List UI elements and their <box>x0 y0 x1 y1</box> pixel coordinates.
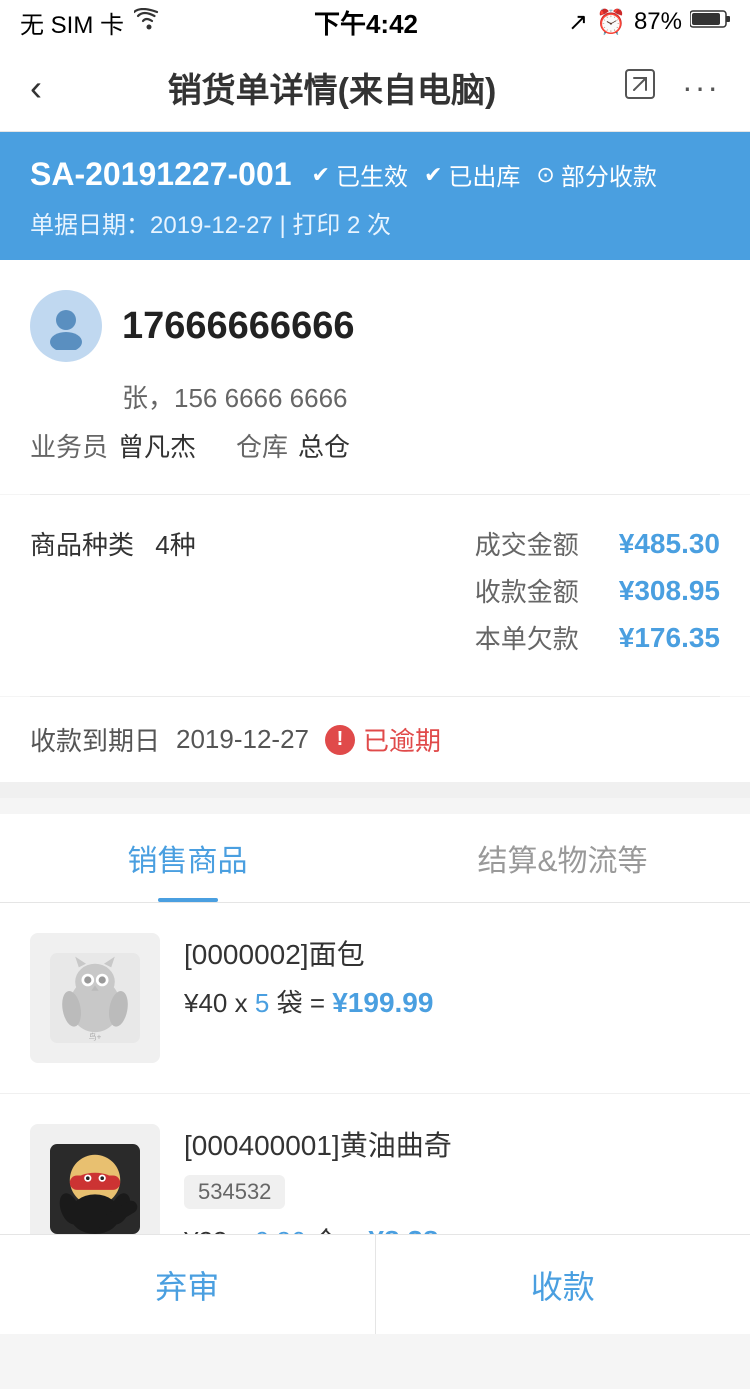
product-name-1: [0000002]面包 <box>184 933 720 973</box>
list-item: 鸟+ [0000002]面包 ¥40 x 5 袋 = ¥199.99 <box>0 903 750 1094</box>
due-label: 收款到期日 <box>30 721 160 758</box>
battery-text: 87% <box>634 8 682 36</box>
customer-name: 张，156 6666 6666 <box>30 378 720 415</box>
summary-section: 商品种类 4种 成交金额 ¥485.30 收款金额 ¥308.95 本单欠款 ¥… <box>0 495 750 696</box>
total-value-1: ¥199.99 <box>332 987 433 1018</box>
product-list: 鸟+ [0000002]面包 ¥40 x 5 袋 = ¥199.99 <box>0 903 750 1289</box>
status-right: ↗ ⏰ 87% <box>568 8 730 37</box>
alarm-icon: ⏰ <box>596 8 626 37</box>
back-button[interactable]: ‹ <box>30 67 42 109</box>
salesperson-label: 业务员 <box>30 427 108 464</box>
status-bar: 无 SIM 卡 下午4:42 ↗ ⏰ 87% <box>0 0 750 44</box>
tab-settlement[interactable]: 结算&物流等 <box>375 814 750 902</box>
owed-label: 本单欠款 <box>475 619 579 656</box>
status-left: 无 SIM 卡 <box>20 5 164 40</box>
status-effective: ✔ 已生效 <box>312 157 408 192</box>
order-meta: 单据日期：2019-12-27 | 打印 2 次 <box>30 205 720 240</box>
status-badges: ✔ 已生效 ✔ 已出库 ⊙ 部分收款 <box>312 157 657 192</box>
salesperson-info: 业务员 曾凡杰 <box>30 427 196 464</box>
due-section: 收款到期日 2019-12-27 ! 已逾期 <box>0 697 750 782</box>
more-icon[interactable]: ··· <box>682 69 720 106</box>
svg-text:鸟+: 鸟+ <box>89 1031 102 1041</box>
owed-row: 本单欠款 ¥176.35 <box>475 619 720 656</box>
nav-actions: ··· <box>622 66 720 110</box>
customer-id: 17666666666 <box>122 305 354 348</box>
product-sku-2: 534532 <box>184 1175 285 1209</box>
page-title: 销货单详情(来自电脑) <box>168 63 497 112</box>
received-row: 收款金额 ¥308.95 <box>475 572 720 609</box>
status-shipped: ✔ 已出库 <box>424 157 520 192</box>
avatar <box>30 290 102 362</box>
overdue-badge: ! 已逾期 <box>325 721 441 758</box>
share-icon[interactable] <box>622 66 658 110</box>
battery-icon <box>690 8 730 36</box>
tabs: 销售商品 结算&物流等 <box>0 814 750 903</box>
received-value: ¥308.95 <box>619 575 720 607</box>
status-time: 下午4:42 <box>314 4 418 41</box>
customer-top: 17666666666 <box>30 290 720 362</box>
deal-amount-label: 成交金额 <box>475 525 579 562</box>
owed-value: ¥176.35 <box>619 622 720 654</box>
warehouse-label: 仓库 <box>236 427 288 464</box>
warehouse-value: 总仓 <box>298 427 350 464</box>
collect-button[interactable]: 收款 <box>376 1235 750 1334</box>
cancel-button[interactable]: 弃审 <box>0 1235 376 1334</box>
received-label: 收款金额 <box>475 572 579 609</box>
qty-value-1: 5 <box>255 988 269 1018</box>
wifi-icon <box>134 8 164 37</box>
section-divider <box>0 782 750 798</box>
item-type-value: 4种 <box>155 530 195 560</box>
carrier-text: 无 SIM 卡 <box>20 5 124 40</box>
bottom-actions: 弃审 收款 <box>0 1234 750 1334</box>
order-header: SA-20191227-001 ✔ 已生效 ✔ 已出库 ⊙ 部分收款 单据日期：… <box>0 132 750 260</box>
tab-products[interactable]: 销售商品 <box>0 814 375 902</box>
customer-info-row: 业务员 曾凡杰 仓库 总仓 <box>30 427 720 464</box>
customer-section: 17666666666 张，156 6666 6666 业务员 曾凡杰 仓库 总… <box>0 260 750 494</box>
deal-amount-row: 成交金额 ¥485.30 <box>475 525 720 562</box>
product-name-2: [000400001]黄油曲奇 <box>184 1124 720 1164</box>
item-type-label: 商品种类 <box>30 530 134 560</box>
clock-icon: ⊙ <box>536 162 554 188</box>
check-icon: ✔ <box>312 162 330 188</box>
overdue-text: 已逾期 <box>363 721 441 758</box>
order-number: SA-20191227-001 <box>30 156 292 193</box>
summary-left: 商品种类 4种 <box>30 525 196 570</box>
summary-right: 成交金额 ¥485.30 收款金额 ¥308.95 本单欠款 ¥176.35 <box>475 525 720 666</box>
check-icon-2: ✔ <box>424 162 442 188</box>
price-value-1: ¥40 <box>184 988 227 1018</box>
overdue-icon: ! <box>325 725 355 755</box>
product-price-1: ¥40 x 5 袋 = ¥199.99 <box>184 983 720 1020</box>
location-icon: ↗ <box>568 8 588 37</box>
item-type-row: 商品种类 4种 <box>30 525 196 562</box>
nav-bar: ‹ 销货单详情(来自电脑) ··· <box>0 44 750 132</box>
unit-value-1: 袋 <box>277 988 303 1018</box>
product-image-1: 鸟+ <box>30 933 160 1063</box>
warehouse-info: 仓库 总仓 <box>236 427 350 464</box>
status-partial: ⊙ 部分收款 <box>536 157 656 192</box>
deal-amount-value: ¥485.30 <box>619 528 720 560</box>
due-date: 2019-12-27 <box>176 724 309 755</box>
product-info-1: [0000002]面包 ¥40 x 5 袋 = ¥199.99 <box>184 933 720 1020</box>
salesperson-value: 曾凡杰 <box>118 427 196 464</box>
